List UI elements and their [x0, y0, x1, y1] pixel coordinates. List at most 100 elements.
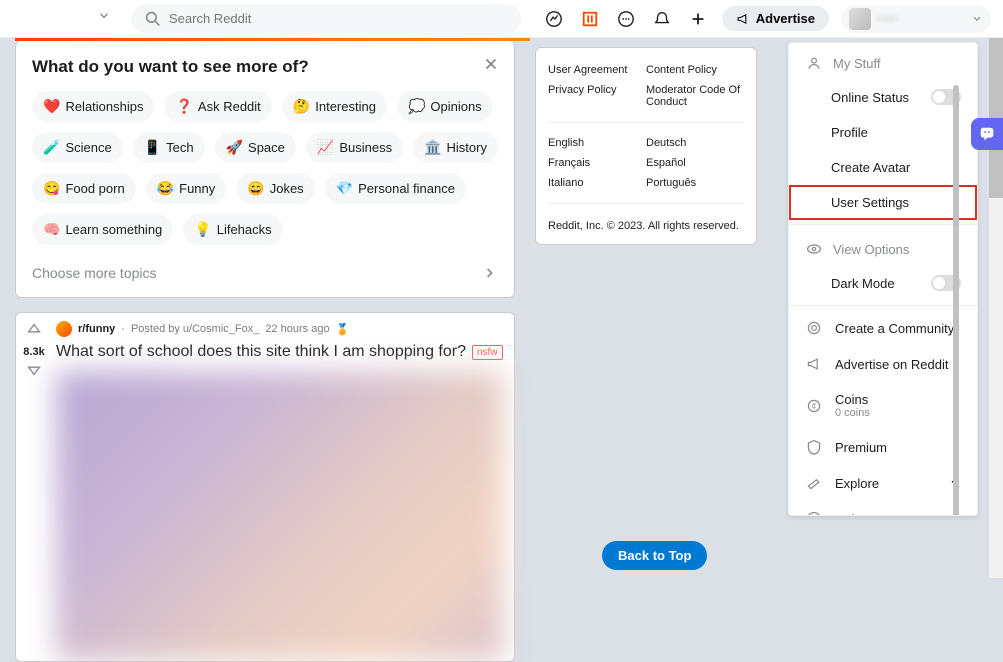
chip-emoji: 🧠 — [43, 221, 60, 238]
footer-link[interactable]: Italiano — [548, 177, 583, 189]
subreddit-link[interactable]: r/funny — [78, 323, 115, 335]
dropdown-scrollbar[interactable] — [953, 85, 959, 516]
chip-label: Funny — [179, 181, 215, 196]
copyright: Reddit, Inc. © 2023. All rights reserved… — [548, 214, 744, 232]
chip-label: Space — [248, 140, 285, 155]
notifications-icon[interactable] — [650, 7, 674, 31]
topic-chip[interactable]: 😄Jokes — [236, 173, 314, 204]
avatar — [849, 8, 871, 30]
footer-link[interactable]: Português — [646, 177, 696, 189]
nsfw-tag: nsfw — [472, 345, 503, 360]
chip-label: Ask Reddit — [198, 99, 261, 114]
dropdown-advertise[interactable]: Advertise on Reddit — [789, 346, 977, 382]
header-left — [12, 4, 521, 34]
dropdown-explore[interactable]: Explore — [789, 465, 977, 501]
topic-chip[interactable]: 💎Personal finance — [325, 173, 466, 204]
megaphone-icon — [805, 356, 823, 372]
footer-link[interactable]: Privacy Policy — [548, 84, 616, 96]
chip-emoji: 🏛️ — [424, 139, 441, 156]
downvote-icon[interactable] — [25, 360, 43, 383]
topic-chip[interactable]: 😋Food porn — [32, 173, 136, 204]
topic-chip[interactable]: 😂 Funny — [146, 173, 227, 204]
chevron-down-icon[interactable] — [97, 9, 111, 28]
chevron-right-icon — [482, 265, 498, 281]
back-to-top-button[interactable]: Back to Top — [602, 541, 707, 570]
topic-chip[interactable]: 🏛️ History — [413, 132, 498, 163]
search-input[interactable] — [169, 11, 507, 26]
footer-link[interactable]: Moderator Code Of Conduct — [646, 84, 740, 108]
advertise-button[interactable]: Advertise — [722, 6, 829, 31]
chip-emoji: 😂 — [157, 180, 174, 197]
post-meta: r/funny · Posted by u/Cosmic_Fox_ 22 hou… — [56, 321, 504, 337]
popular-icon[interactable] — [542, 7, 566, 31]
trending-icon[interactable] — [578, 7, 602, 31]
create-post-icon[interactable] — [686, 7, 710, 31]
svg-text:¢: ¢ — [812, 402, 816, 411]
choose-more-label: Choose more topics — [32, 265, 157, 281]
page-scrollbar[interactable] — [989, 0, 1003, 578]
username: user — [877, 13, 898, 25]
search-icon — [145, 11, 161, 27]
dropdown-coins[interactable]: ¢ Coins 0 coins — [789, 382, 977, 429]
footer-link[interactable]: User Agreement — [548, 64, 627, 76]
ai-assistant-badge[interactable] — [971, 118, 1003, 150]
footer-link[interactable]: Français — [548, 157, 590, 169]
eye-icon — [805, 241, 823, 257]
footer-link[interactable]: Español — [646, 157, 686, 169]
topic-chip[interactable]: 🧪Science — [32, 132, 123, 163]
topic-chip[interactable]: 💭Opinions — [397, 91, 493, 122]
dropdown-online-status[interactable]: Online Status — [789, 79, 977, 115]
chip-label: Learn something — [65, 222, 162, 237]
chat-icon[interactable] — [614, 7, 638, 31]
topic-chip[interactable]: 🤔Interesting — [282, 91, 387, 122]
footer-link[interactable]: Content Policy — [646, 64, 717, 76]
advertise-label: Advertise — [756, 11, 815, 26]
upvote-icon[interactable] — [25, 321, 43, 344]
telescope-icon — [805, 475, 823, 491]
footer-link[interactable]: Deutsch — [646, 137, 686, 149]
chip-emoji: 😋 — [43, 180, 60, 197]
svg-text:?: ? — [812, 514, 817, 516]
post-image-blurred[interactable] — [56, 371, 504, 661]
chip-emoji: 😄 — [247, 180, 264, 197]
vote-column: 8.3k — [16, 313, 52, 661]
post-card[interactable]: 8.3k r/funny · Posted by u/Cosmic_Fox_ 2… — [15, 312, 515, 662]
topic-chip[interactable]: ❤️Relationships — [32, 91, 154, 122]
dropdown-create-community[interactable]: Create a Community — [789, 310, 977, 346]
topics-title: What do you want to see more of? — [32, 57, 498, 77]
dropdown-create-avatar[interactable]: Create Avatar — [789, 150, 977, 185]
shield-icon — [805, 439, 823, 455]
topic-chip[interactable]: 📱Tech — [133, 132, 205, 163]
choose-more-topics[interactable]: Choose more topics — [32, 257, 498, 281]
dropdown-dark-mode[interactable]: Dark Mode — [789, 265, 977, 301]
chip-emoji: ❤️ — [43, 98, 60, 115]
posted-by[interactable]: Posted by u/Cosmic_Fox_ — [131, 323, 259, 335]
user-dropdown: My Stuff Online Status Profile Create Av… — [788, 42, 978, 516]
dropdown-profile[interactable]: Profile — [789, 115, 977, 150]
chip-label: History — [447, 140, 487, 155]
chip-emoji: 🚀 — [226, 139, 243, 156]
user-menu-trigger[interactable]: user — [841, 5, 991, 33]
dropdown-user-settings[interactable]: User Settings — [789, 185, 977, 220]
topic-chip[interactable]: 📈Business — [306, 132, 403, 163]
chip-label: Personal finance — [358, 181, 455, 196]
post-age: 22 hours ago — [265, 323, 329, 335]
dropdown-section-header: View Options — [789, 229, 977, 265]
award-icon[interactable]: 🏅 — [336, 323, 350, 336]
topic-chip[interactable]: ❓ Ask Reddit — [164, 91, 271, 122]
topic-chip[interactable]: 🧠 Learn something — [32, 214, 173, 245]
topic-chip[interactable]: 💡Lifehacks — [183, 214, 282, 245]
chip-emoji: ❓ — [175, 98, 192, 115]
chip-emoji: 📱 — [144, 139, 161, 156]
vote-count: 8.3k — [23, 346, 44, 358]
topics-card: What do you want to see more of? ❤️Relat… — [15, 41, 515, 298]
post-body: r/funny · Posted by u/Cosmic_Fox_ 22 hou… — [52, 313, 514, 661]
dropdown-premium[interactable]: Premium — [789, 429, 977, 465]
dropdown-help-center[interactable]: ? Help Center — [789, 501, 977, 516]
search-box[interactable] — [131, 4, 521, 34]
subreddit-icon — [56, 321, 72, 337]
header: Advertise user — [0, 0, 1003, 38]
topic-chip[interactable]: 🚀 Space — [215, 132, 296, 163]
close-icon[interactable] — [482, 55, 500, 78]
footer-link[interactable]: English — [548, 137, 584, 149]
